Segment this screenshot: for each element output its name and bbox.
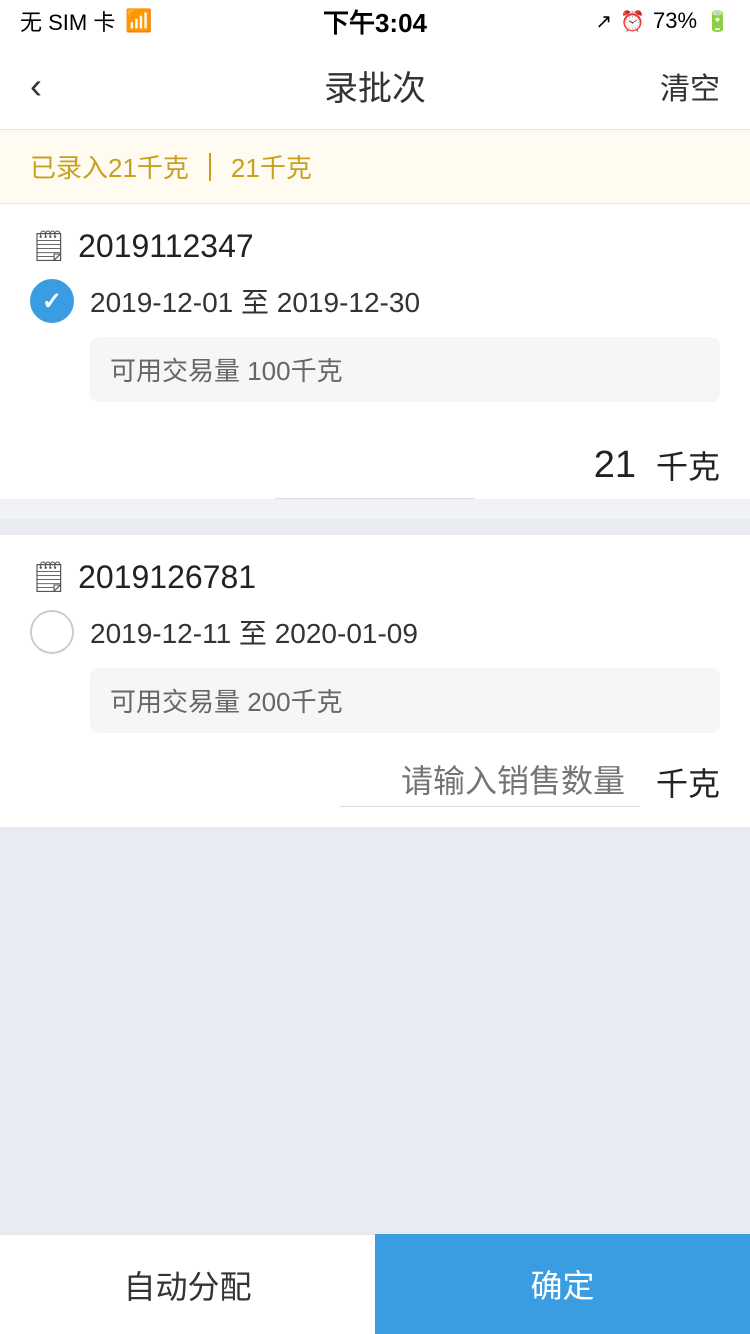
wifi-icon: 📶: [125, 8, 152, 34]
quantity-unit-1: 千克: [656, 442, 720, 488]
batch-doc-icon-2: 🗒: [30, 560, 68, 595]
status-left: 无 SIM 卡 📶: [20, 5, 153, 37]
batch-id-2: 2019126781: [78, 559, 256, 596]
batch-date-1: 2019-12-01 至 2019-12-30: [90, 281, 420, 321]
quantity-input-row-2: 千克: [0, 753, 750, 827]
quantity-input-unit-2: 千克: [656, 759, 720, 805]
batch-section-1: 🗒 2019112347 2019-12-01 至 2019-12-30 可用交…: [0, 204, 750, 499]
battery-icon: 🔋: [705, 9, 730, 34]
auto-distribute-button[interactable]: 自动分配: [0, 1234, 375, 1334]
info-divider: [209, 153, 211, 181]
status-time: 下午3:04: [323, 3, 427, 40]
quantity-value-1: 21: [594, 444, 636, 487]
page-title: 录批次: [324, 61, 426, 110]
batch-date-2: 2019-12-11 至 2020-01-09: [90, 612, 418, 652]
location-icon: ↗: [595, 9, 612, 34]
thin-divider-1: [275, 498, 475, 499]
batch-date-row-1: 2019-12-01 至 2019-12-30: [30, 279, 720, 323]
batch-available-2: 可用交易量 200千克: [90, 668, 720, 733]
batch-id-1: 2019112347: [78, 228, 254, 265]
bottom-bar: 自动分配 确定: [0, 1234, 750, 1334]
status-bar: 无 SIM 卡 📶 下午3:04 ↗ ⏰ 73% 🔋: [0, 0, 750, 42]
batch-item-1: 🗒 2019112347 2019-12-01 至 2019-12-30 可用交…: [0, 204, 750, 422]
clear-button[interactable]: 清空: [660, 64, 720, 108]
batch-doc-icon-1: 🗒: [30, 229, 68, 264]
quantity-input-2[interactable]: [340, 757, 640, 807]
confirm-button[interactable]: 确定: [375, 1234, 750, 1334]
batch-checkbox-1[interactable]: [30, 279, 74, 323]
carrier-label: 无 SIM 卡: [20, 5, 115, 37]
gray-area: [0, 827, 750, 1287]
batch-section-2: 🗒 2019126781 2019-12-11 至 2020-01-09 可用交…: [0, 535, 750, 827]
nav-bar: ‹ 录批次 清空: [0, 42, 750, 130]
batch-checkbox-2[interactable]: [30, 610, 74, 654]
batch-available-1: 可用交易量 100千克: [90, 337, 720, 402]
recorded-label: 已录入21千克: [30, 148, 189, 185]
batch-header-1: 🗒 2019112347: [30, 228, 720, 265]
info-amount: 21千克: [231, 148, 312, 185]
quantity-row-1: 21 千克: [0, 422, 750, 498]
battery-label: 73%: [653, 8, 697, 34]
batch-header-2: 🗒 2019126781: [30, 559, 720, 596]
batch-date-row-2: 2019-12-11 至 2020-01-09: [30, 610, 720, 654]
back-button[interactable]: ‹: [30, 65, 42, 107]
alarm-icon: ⏰: [620, 9, 645, 34]
info-banner: 已录入21千克 21千克: [0, 130, 750, 204]
section-separator: [0, 519, 750, 535]
status-right: ↗ ⏰ 73% 🔋: [595, 8, 730, 34]
batch-item-2: 🗒 2019126781 2019-12-11 至 2020-01-09 可用交…: [0, 535, 750, 753]
